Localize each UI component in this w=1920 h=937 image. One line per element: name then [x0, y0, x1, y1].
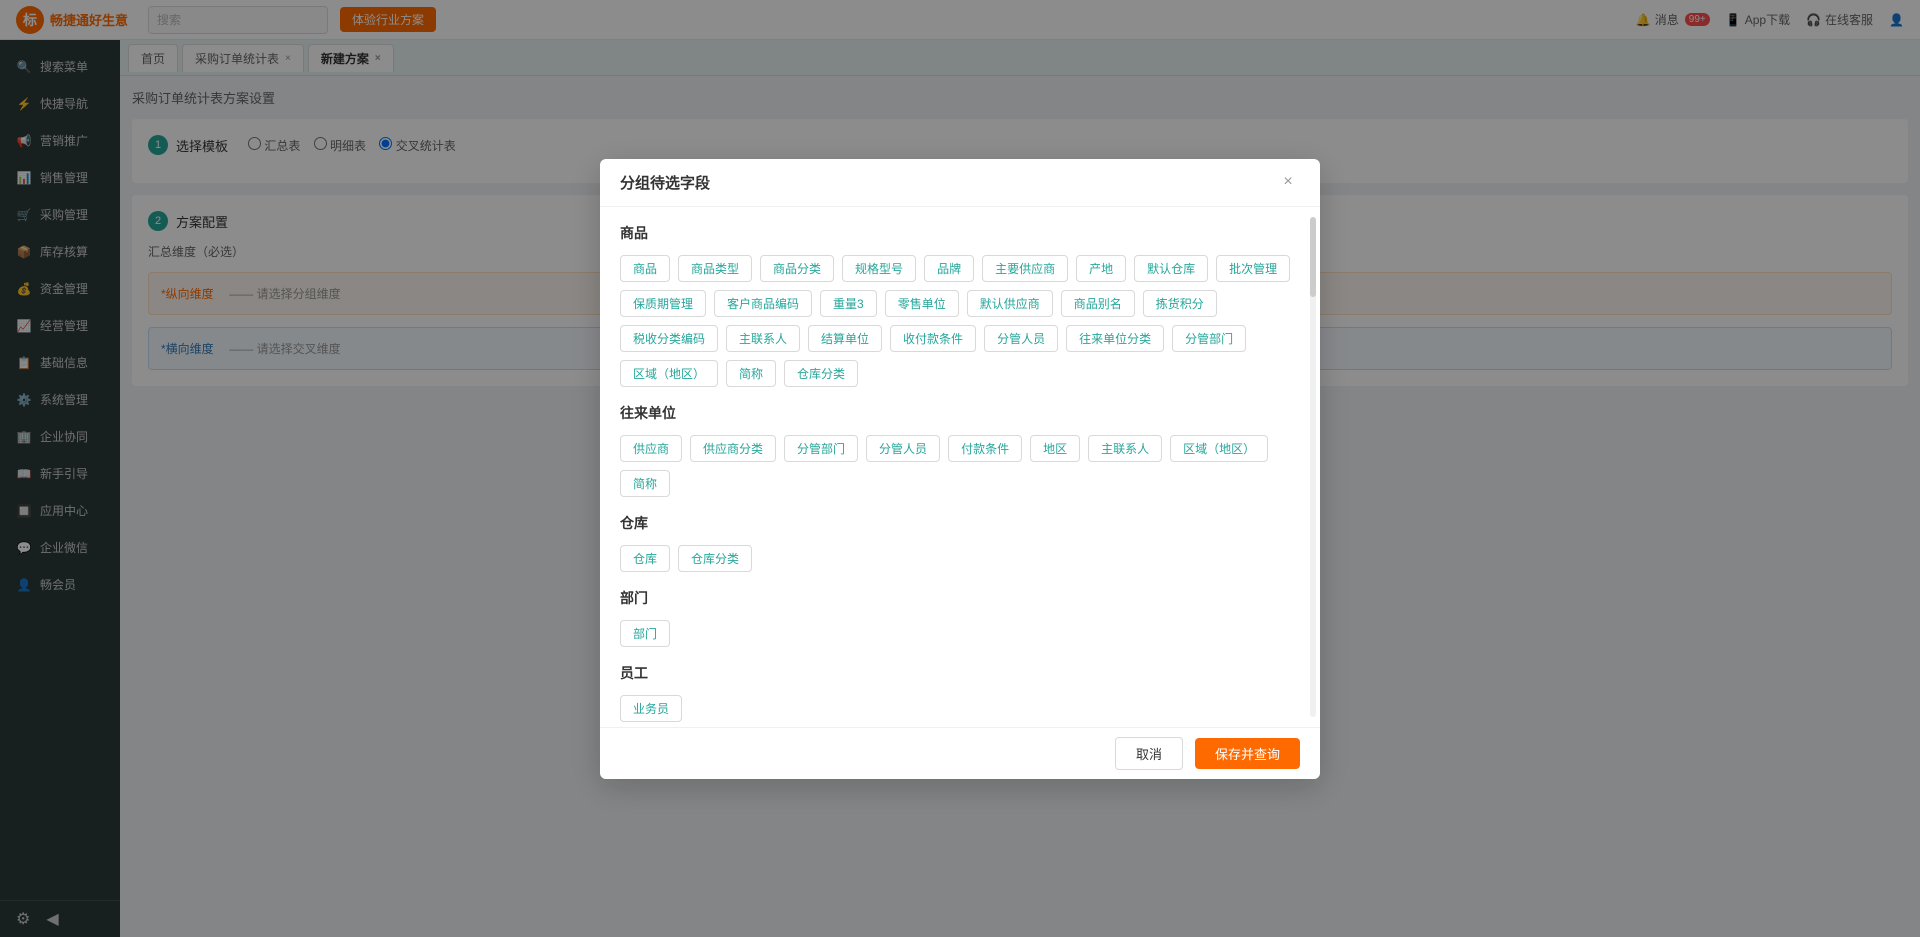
field-tag-tax-code[interactable]: 税收分类编码: [620, 325, 718, 352]
field-grid-product: 商品 商品类型 商品分类 规格型号 品牌 主要供应商 产地 默认仓库 批次管理 …: [620, 255, 1300, 387]
field-tag-partner-short[interactable]: 简称: [620, 470, 670, 497]
field-tag-region[interactable]: 区域（地区）: [620, 360, 718, 387]
field-tag-dept[interactable]: 部门: [620, 620, 670, 647]
field-tag-retail-unit[interactable]: 零售单位: [885, 290, 959, 317]
modal-header: 分组待选字段 ×: [600, 159, 1320, 207]
field-tag-batch-mgmt[interactable]: 批次管理: [1216, 255, 1290, 282]
field-tag-dept-in-charge[interactable]: 分管部门: [1172, 325, 1246, 352]
field-grid-partner: 供应商 供应商分类 分管部门 分管人员 付款条件 地区 主联系人 区域（地区） …: [620, 435, 1300, 497]
field-grid-employee: 业务员: [620, 695, 1300, 722]
field-tag-warehouse-cat[interactable]: 仓库分类: [784, 360, 858, 387]
field-tag-product[interactable]: 商品: [620, 255, 670, 282]
field-tag-partner-dept[interactable]: 分管部门: [784, 435, 858, 462]
confirm-button[interactable]: 保存并查询: [1195, 738, 1300, 769]
field-tag-counterparty-category[interactable]: 往来单位分类: [1066, 325, 1164, 352]
scrollbar-area: [1308, 207, 1320, 727]
section-title-partner: 往来单位: [620, 403, 1300, 423]
section-title-dept: 部门: [620, 588, 1300, 608]
modal-footer: 取消 保存并查询: [600, 727, 1320, 779]
field-grid-dept: 部门: [620, 620, 1300, 647]
field-tag-supervisor[interactable]: 分管人员: [984, 325, 1058, 352]
field-tag-partner-region[interactable]: 区域（地区）: [1170, 435, 1268, 462]
field-tag-main-supplier[interactable]: 主要供应商: [982, 255, 1068, 282]
field-tag-supplier[interactable]: 供应商: [620, 435, 682, 462]
modal-close-btn[interactable]: ×: [1276, 170, 1300, 194]
field-tag-origin[interactable]: 产地: [1076, 255, 1126, 282]
field-tag-customer-code[interactable]: 客户商品编码: [714, 290, 812, 317]
field-tag-pick-score[interactable]: 拣货积分: [1143, 290, 1217, 317]
field-grid-warehouse: 仓库 仓库分类: [620, 545, 1300, 572]
modal-body: 商品 商品 商品类型 商品分类 规格型号 品牌 主要供应商 产地 默认仓库 批次…: [600, 207, 1320, 727]
field-tag-partner-contact[interactable]: 主联系人: [1088, 435, 1162, 462]
field-tag-settlement-unit[interactable]: 结算单位: [808, 325, 882, 352]
field-tag-warehouse-category[interactable]: 仓库分类: [678, 545, 752, 572]
scrollbar-track: [1310, 217, 1316, 717]
field-tag-weight3[interactable]: 重量3: [820, 290, 877, 317]
field-tag-product-category[interactable]: 商品分类: [760, 255, 834, 282]
field-tag-warehouse[interactable]: 仓库: [620, 545, 670, 572]
field-tag-default-supplier[interactable]: 默认供应商: [967, 290, 1053, 317]
field-tag-main-contact[interactable]: 主联系人: [726, 325, 800, 352]
cancel-button[interactable]: 取消: [1115, 737, 1183, 770]
field-tag-payment-terms[interactable]: 收付款条件: [890, 325, 976, 352]
field-tag-brand[interactable]: 品牌: [924, 255, 974, 282]
modal: 分组待选字段 × 商品 商品 商品类型 商品分类 规格型号 品牌 主要供应商 产…: [600, 159, 1320, 779]
section-title-employee: 员工: [620, 663, 1300, 683]
modal-title: 分组待选字段: [620, 172, 710, 193]
scrollbar-thumb[interactable]: [1310, 217, 1316, 297]
field-tag-supplier-cat[interactable]: 供应商分类: [690, 435, 776, 462]
section-title-product: 商品: [620, 223, 1300, 243]
field-tag-expiry-mgmt[interactable]: 保质期管理: [620, 290, 706, 317]
field-tag-payment-cond[interactable]: 付款条件: [948, 435, 1022, 462]
field-tag-salesman[interactable]: 业务员: [620, 695, 682, 722]
field-tag-product-type[interactable]: 商品类型: [678, 255, 752, 282]
field-tag-spec-model[interactable]: 规格型号: [842, 255, 916, 282]
field-tag-partner-supervisor[interactable]: 分管人员: [866, 435, 940, 462]
field-tag-area[interactable]: 地区: [1030, 435, 1080, 462]
field-tag-default-warehouse[interactable]: 默认仓库: [1134, 255, 1208, 282]
field-tag-product-alias[interactable]: 商品别名: [1061, 290, 1135, 317]
modal-overlay: 分组待选字段 × 商品 商品 商品类型 商品分类 规格型号 品牌 主要供应商 产…: [0, 0, 1920, 937]
field-tag-short-name[interactable]: 简称: [726, 360, 776, 387]
section-title-warehouse: 仓库: [620, 513, 1300, 533]
